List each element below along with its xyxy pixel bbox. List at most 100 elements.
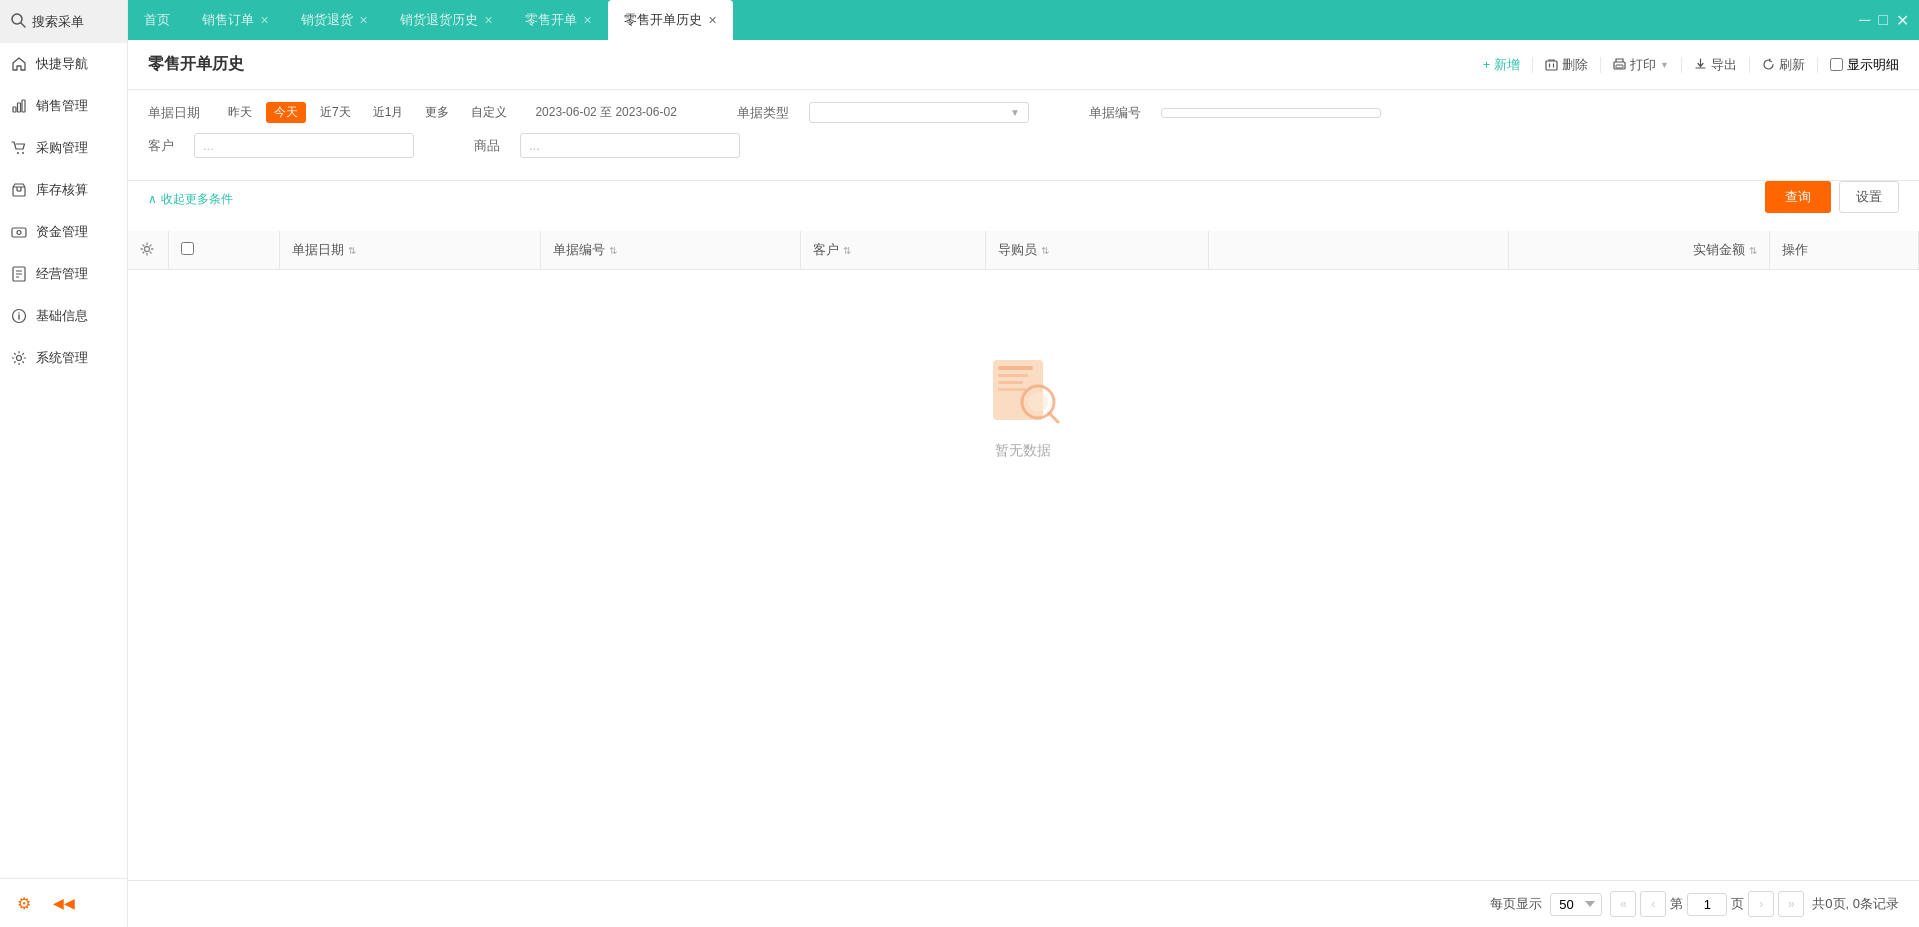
sidebar-item-inventory[interactable]: 库存核算 [0,169,127,211]
divider-5 [1817,57,1818,73]
date-last1m[interactable]: 近1月 [365,102,412,123]
divider-2 [1600,57,1601,73]
th-guide-label: 导购员 [998,242,1037,257]
tab-close-sales-return[interactable]: ✕ [359,14,368,27]
prev-page-btn[interactable]: ‹ [1640,891,1666,917]
print-button[interactable]: 打印 ▼ [1613,56,1669,74]
delete-button[interactable]: 删除 [1545,56,1588,74]
settings-icon-btn[interactable]: ⚙ [10,889,38,917]
divider-3 [1681,57,1682,73]
svg-line-34 [1049,413,1058,422]
minimize-icon[interactable]: ─ [1859,11,1870,30]
page-label: 页 [1731,895,1744,913]
th-customer[interactable]: 客户⇅ [801,231,986,270]
bill-no-label: 单据编号 [1089,104,1141,122]
svg-rect-21 [1546,61,1557,70]
sidebar-search[interactable]: 搜索采单 [0,0,127,43]
sort-bill-icon[interactable]: ⇅ [609,245,617,256]
tab-retail-open-history[interactable]: 零售开单历史✕ [608,0,733,40]
pagination: 每页显示 50 10 20 100 « ‹ 第 页 › » 共0页, 0条记录 [128,880,1919,927]
chart-icon [10,97,28,115]
sort-customer-icon[interactable]: ⇅ [843,245,851,256]
svg-point-19 [18,312,19,313]
data-table: 单据日期⇅ 单据编号⇅ 客户⇅ 导购员 ⇅ 实销金额⇅ 操作 [128,231,1919,540]
sidebar-item-sales-mgmt[interactable]: 销售管理 [0,85,127,127]
svg-point-20 [17,356,22,361]
display-detail-check[interactable] [1830,58,1843,71]
tab-sales-order[interactable]: 销售订单✕ [186,0,285,40]
tab-label-sales-return: 销货退货 [301,11,353,29]
chevron-up-icon: ∧ [148,192,157,206]
sidebar-item-basic[interactable]: 基础信息 [0,295,127,337]
sidebar-item-purchase-mgmt[interactable]: 采购管理 [0,127,127,169]
customer-input[interactable]: ... [194,133,414,158]
tab-home[interactable]: 首页 [128,0,186,40]
display-detail-checkbox[interactable]: 显示明细 [1830,56,1899,74]
collapse-label: 收起更多条件 [161,191,233,208]
query-button[interactable]: 查询 [1765,181,1831,213]
sort-guide-icon[interactable]: ⇅ [1041,245,1049,256]
sidebar-item-system[interactable]: 系统管理 [0,337,127,379]
print-dropdown-icon[interactable]: ▼ [1660,60,1669,70]
date-yesterday[interactable]: 昨天 [220,102,260,123]
settings-button[interactable]: 设置 [1839,181,1899,213]
per-page-label: 每页显示 [1490,895,1542,913]
first-page-btn[interactable]: « [1610,891,1636,917]
print-icon [1613,58,1626,71]
svg-rect-2 [13,107,16,112]
bill-no-input[interactable] [1161,108,1381,118]
money-icon [10,223,28,241]
sort-amount-icon[interactable]: ⇅ [1749,245,1757,256]
tab-sales-return-history[interactable]: 销货退货历史✕ [384,0,509,40]
type-dropdown-icon: ▼ [1010,107,1020,118]
collapse-sidebar-btn[interactable]: ◀◀ [50,889,78,917]
tab-retail-open[interactable]: 零售开单✕ [509,0,608,40]
svg-point-6 [22,152,24,154]
refresh-icon [1762,58,1775,71]
next-page-btn[interactable]: › [1748,891,1774,917]
per-page-select[interactable]: 50 10 20 100 [1550,893,1602,916]
action-buttons: 查询 设置 [1765,181,1899,213]
svg-rect-11 [12,228,26,237]
sidebar-item-quick-nav[interactable]: 快捷导航 [0,43,127,85]
svg-rect-25 [1616,65,1623,68]
sidebar-item-ops[interactable]: 经营管理 [0,253,127,295]
th-checkbox[interactable] [168,231,279,270]
select-all-checkbox[interactable] [181,242,194,255]
table-area: 单据日期⇅ 单据编号⇅ 客户⇅ 导购员 ⇅ 实销金额⇅ 操作 [128,231,1919,880]
goods-input[interactable]: ... [520,133,740,158]
tab-close-sales-return-history[interactable]: ✕ [484,14,493,27]
maximize-icon[interactable]: □ [1878,11,1888,30]
goods-placeholder: ... [529,138,540,153]
last-page-btn[interactable]: » [1778,891,1804,917]
svg-rect-29 [998,374,1028,377]
page-input[interactable] [1687,893,1727,916]
sidebar-item-finance[interactable]: 资金管理 [0,211,127,253]
th-date[interactable]: 单据日期⇅ [279,231,540,270]
th-action: 操作 [1769,231,1918,270]
new-button[interactable]: + 新增 [1483,56,1520,74]
tab-close-retail-open-history[interactable]: ✕ [708,14,717,27]
refresh-button[interactable]: 刷新 [1762,56,1805,74]
tab-close-retail-open[interactable]: ✕ [583,14,592,27]
tab-sales-return[interactable]: 销货退货 ✕ [285,0,384,40]
sidebar-search-label: 搜索采单 [32,13,84,31]
date-today[interactable]: 今天 [266,102,306,123]
export-button[interactable]: 导出 [1694,56,1737,74]
th-amount[interactable]: 实销金额⇅ [1508,231,1769,270]
report-icon [10,265,28,283]
th-settings[interactable] [128,231,168,270]
sidebar: 搜索采单 快捷导航 销售管理 采购管理 库存核算 资金管理 经营管理 基础信息 … [0,0,128,927]
sidebar-label-basic: 基础信息 [36,307,88,325]
date-custom[interactable]: 自定义 [463,102,515,123]
close-window-icon[interactable]: ✕ [1896,11,1909,30]
th-bill-no[interactable]: 单据编号⇅ [540,231,801,270]
th-guide[interactable]: 导购员 ⇅ [986,231,1209,270]
sort-date-icon[interactable]: ⇅ [348,245,356,256]
date-last7[interactable]: 近7天 [312,102,359,123]
collapse-bar[interactable]: ∧ 收起更多条件 [148,187,233,208]
tab-close-sales-order[interactable]: ✕ [260,14,269,27]
page-area: 零售开单历史 + 新增 删除 打印 ▼ 导出 [128,40,1919,927]
type-select[interactable]: ▼ [809,102,1029,123]
date-more[interactable]: 更多 [417,102,457,123]
